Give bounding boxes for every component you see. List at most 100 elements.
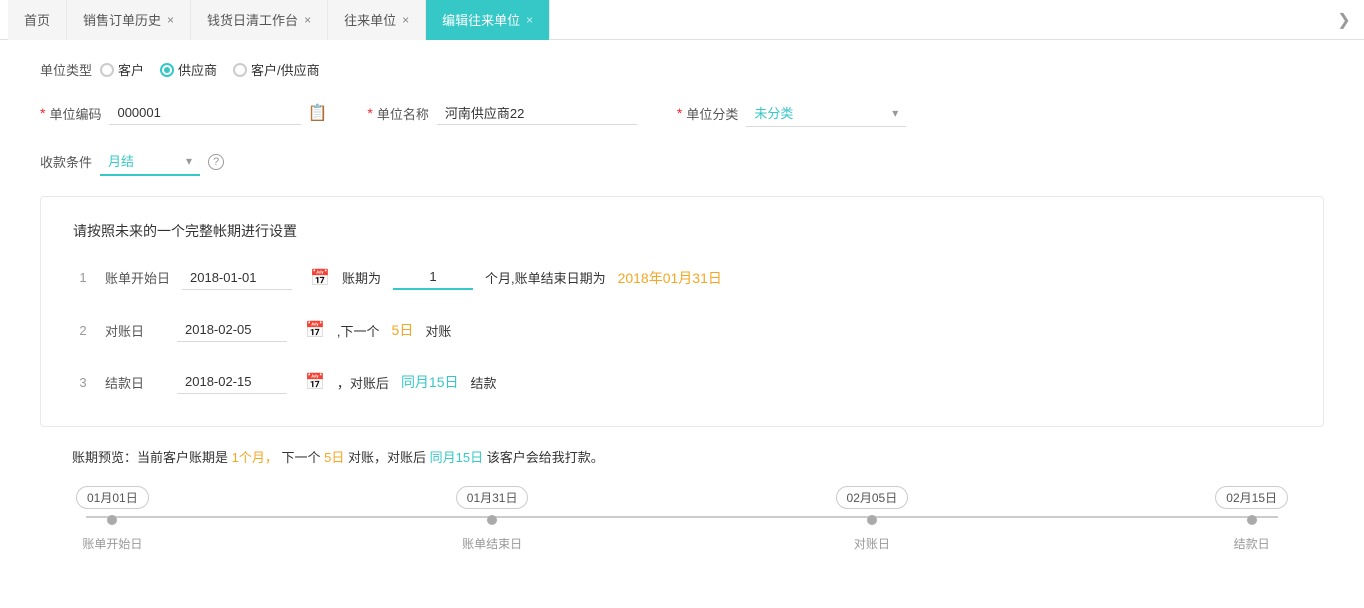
radio-customer[interactable]: 客户 [100,60,144,79]
preview-highlight2: 5日 [324,450,344,465]
timeline-node-1: 01月31日 账单结束日 [456,486,529,552]
tab-home[interactable]: 首页 [8,0,67,40]
preview-highlight3: 同月15日 [430,450,483,465]
unit-name-input[interactable] [437,101,637,125]
preview-section: 账期预览：当前客户账期是 1个月， 下一个 5日 对账，对账后 同月15日 该客… [40,447,1324,466]
node3-dot [1247,515,1257,525]
unit-type-label: 单位类型 [40,60,92,79]
payment-terms-select[interactable]: 月结 ▾ [100,147,200,176]
node0-label: 账单开始日 [82,535,142,552]
row1-period-input[interactable] [393,265,473,290]
timeline-node-0: 01月01日 账单开始日 [76,486,149,552]
unit-category-select[interactable]: 未分类 ▾ [746,99,906,127]
row1-label: 账单开始日 [105,268,170,287]
row2-desc-highlight: 5日 [392,320,414,340]
timeline: 01月01日 账单开始日 01月31日 账单结束日 02月05日 对账日 02月… [40,486,1324,552]
row3-num: 3 [73,375,93,390]
tab-cashier-workbench-label: 钱货日清工作台 [207,10,298,29]
row1-period-prefix: 账期为 [342,268,381,287]
tab-trading-unit-close[interactable]: × [402,13,409,27]
radio-supplier[interactable]: 供应商 [160,60,217,79]
tab-expand-button[interactable]: ❯ [1332,10,1356,30]
node3-badge: 02月15日 [1215,486,1288,509]
unit-name-required: * [367,105,372,121]
node2-dot [867,515,877,525]
tab-bar: 首页 销售订单历史 × 钱货日清工作台 × 往来单位 × 编辑往来单位 × ❯ [0,0,1364,40]
main-content: 单位类型 客户 供应商 客户/供应商 * 单位编码 📋 [0,40,1364,608]
row3-calendar-icon[interactable]: 📅 [305,372,325,392]
row1-num: 1 [73,270,93,285]
tab-edit-trading-unit-label: 编辑往来单位 [442,10,520,29]
preview-middle2: 对账，对账后 [348,450,426,465]
unit-code-calendar-icon[interactable]: 📋 [307,103,327,123]
unit-code-input[interactable] [109,101,301,125]
row3-desc-highlight: 同月15日 [401,372,459,392]
radio-supplier-circle [160,63,174,77]
row3-desc-prefix: ，对账后 [337,373,389,392]
row3-desc-suffix: 结款 [471,373,497,392]
node1-label: 账单结束日 [462,535,522,552]
preview-prefix: 账期预览：当前客户账期是 [72,450,228,465]
expand-icon: ❯ [1337,10,1350,30]
tab-edit-trading-unit[interactable]: 编辑往来单位 × [426,0,550,40]
unit-name-group: * 单位名称 [367,101,636,125]
unit-category-label: 单位分类 [686,104,738,123]
row2-desc-suffix: 对账 [425,321,451,340]
row2-desc-prefix: ,下一个 [337,321,380,340]
preview-suffix: 该客户会给我打款。 [487,450,604,465]
tab-cashier-workbench[interactable]: 钱货日清工作台 × [191,0,328,40]
row2-date-input[interactable] [177,318,287,342]
preview-middle1: 下一个 [282,450,321,465]
payment-terms-help-icon[interactable]: ? [208,154,224,170]
tab-cashier-workbench-close[interactable]: × [304,13,311,27]
tab-sales-history[interactable]: 销售订单历史 × [67,0,191,40]
unit-category-required: * [677,105,682,121]
payment-terms-chevron: ▾ [186,154,192,168]
payment-terms-value: 月结 [108,151,178,170]
settings-section: 请按照未来的一个完整帐期进行设置 1 账单开始日 📅 账期为 个月,账单结束日期… [40,196,1324,427]
radio-both-label: 客户/供应商 [251,60,320,79]
node0-badge: 01月01日 [76,486,149,509]
row2-label: 对账日 [105,321,165,340]
unit-code-group: * 单位编码 📋 [40,101,327,125]
node0-dot [107,515,117,525]
unit-details-row: * 单位编码 📋 * 单位名称 * 单位分类 未分类 ▾ [40,99,1324,127]
tab-edit-trading-unit-close[interactable]: × [526,13,533,27]
row-settlement: 3 结款日 📅 ，对账后 同月15日 结款 [73,370,1291,394]
row1-end-date: 2018年01月31日 [618,268,722,288]
section-title: 请按照未来的一个完整帐期进行设置 [73,221,1291,241]
unit-category-chevron: ▾ [892,106,898,120]
row-account-start: 1 账单开始日 📅 账期为 个月,账单结束日期为 2018年01月31日 [73,265,1291,290]
unit-code-required: * [40,105,45,121]
node3-label: 结款日 [1234,535,1270,552]
payment-terms-label: 收款条件 [40,152,92,171]
node2-label: 对账日 [854,535,890,552]
row1-date-input[interactable] [182,266,292,290]
radio-customer-circle [100,63,114,77]
row1-period-suffix: 个月,账单结束日期为 [485,268,606,287]
row3-date-input[interactable] [177,370,287,394]
row3-label: 结款日 [105,373,165,392]
radio-supplier-dot [164,67,170,73]
unit-category-value: 未分类 [754,103,884,122]
tab-trading-unit[interactable]: 往来单位 × [328,0,426,40]
unit-name-label: 单位名称 [377,104,429,123]
row1-calendar-icon[interactable]: 📅 [310,268,330,288]
preview-highlight1: 1个月， [232,450,278,465]
unit-category-group: * 单位分类 未分类 ▾ [677,99,906,127]
unit-code-label: 单位编码 [49,104,101,123]
node2-badge: 02月05日 [836,486,909,509]
node1-badge: 01月31日 [456,486,529,509]
tab-trading-unit-label: 往来单位 [344,10,396,29]
timeline-node-3: 02月15日 结款日 [1215,486,1288,552]
unit-type-radio-group: 客户 供应商 客户/供应商 [100,60,320,79]
tab-home-label: 首页 [24,10,50,29]
radio-supplier-label: 供应商 [178,60,217,79]
unit-type-row: 单位类型 客户 供应商 客户/供应商 [40,60,1324,79]
timeline-nodes: 01月01日 账单开始日 01月31日 账单结束日 02月05日 对账日 02月… [76,486,1288,552]
row2-calendar-icon[interactable]: 📅 [305,320,325,340]
row2-num: 2 [73,323,93,338]
node1-dot [487,515,497,525]
tab-sales-history-close[interactable]: × [167,13,174,27]
radio-both[interactable]: 客户/供应商 [233,60,320,79]
